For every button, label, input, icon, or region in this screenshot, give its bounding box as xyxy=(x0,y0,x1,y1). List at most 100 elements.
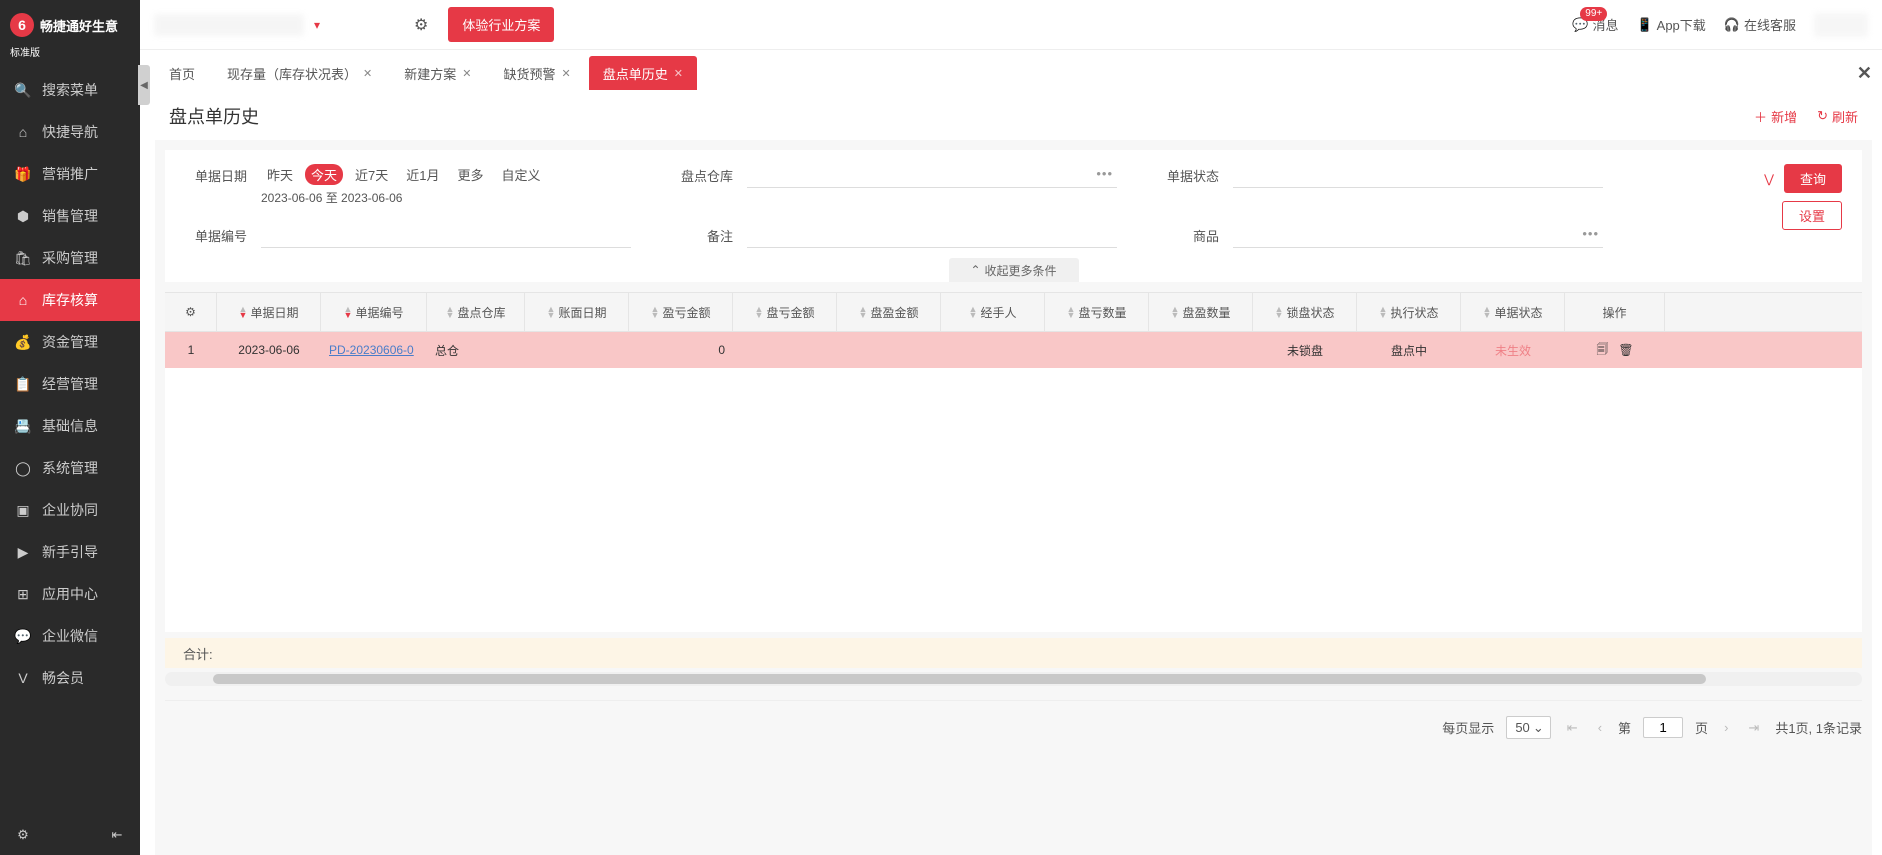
date-chip-2[interactable]: 近7天 xyxy=(349,164,394,185)
pager-last-icon[interactable]: ⇥ xyxy=(1744,720,1763,736)
th-handler-label: 经手人 xyxy=(980,304,1016,321)
company-selector[interactable]: ▾ xyxy=(154,14,404,36)
th-handler[interactable]: ▲▼经手人 xyxy=(941,293,1045,331)
sidebar: 6 畅捷通好生意 标准版 🔍搜索菜单⌂快捷导航🎁营销推广⬢销售管理🛍采购管理⌂库… xyxy=(0,0,140,855)
settings-icon[interactable]: ⚙ xyxy=(14,826,32,844)
company-settings-icon[interactable]: ⚙ xyxy=(414,15,428,35)
date-chip-0[interactable]: 昨天 xyxy=(261,164,299,185)
user-avatar-blurred[interactable] xyxy=(1814,13,1868,37)
pager-prev-icon[interactable]: ‹ xyxy=(1594,720,1606,735)
tab-close-icon[interactable]: ✕ xyxy=(562,67,571,80)
th-docno[interactable]: ▲▼单据编号 xyxy=(321,293,427,331)
filter-product-input[interactable] xyxy=(1233,224,1603,248)
date-chip-5[interactable]: 自定义 xyxy=(496,164,547,185)
sidebar-item-1[interactable]: ⌂快捷导航 xyxy=(0,111,140,153)
sidebar-item-3[interactable]: ⬢销售管理 xyxy=(0,195,140,237)
close-all-tabs-icon[interactable]: ✕ xyxy=(1857,63,1872,84)
th-bookdate[interactable]: ▲▼账面日期 xyxy=(525,293,629,331)
date-chip-4[interactable]: 更多 xyxy=(452,164,490,185)
sidebar-item-6[interactable]: 💰资金管理 xyxy=(0,321,140,363)
th-gainamount[interactable]: ▲▼盘盈金额 xyxy=(837,293,941,331)
th-lossamount[interactable]: ▲▼盘亏金额 xyxy=(733,293,837,331)
sidebar-item-label: 快捷导航 xyxy=(42,122,98,142)
sidebar-item-14[interactable]: V畅会员 xyxy=(0,657,140,699)
scrollbar-thumb[interactable] xyxy=(213,674,1706,684)
th-plamount[interactable]: ▲▼盈亏金额 xyxy=(629,293,733,331)
filter-remark-input[interactable] xyxy=(747,224,1117,248)
filter-settings-button[interactable]: 设置 xyxy=(1782,201,1842,230)
refresh-label: 刷新 xyxy=(1832,107,1858,126)
view-row-icon[interactable]: 🗐 xyxy=(1596,340,1608,361)
pager-first-icon[interactable]: ⇤ xyxy=(1563,720,1582,736)
support-link[interactable]: 🎧 在线客服 xyxy=(1724,15,1796,34)
tab-4[interactable]: 盘点单历史✕ xyxy=(589,56,697,90)
delete-row-icon[interactable]: 🗑 xyxy=(1618,343,1633,357)
sidebar-item-0[interactable]: 🔍搜索菜单 xyxy=(0,69,140,111)
messages-link[interactable]: 💬 消息 99+ xyxy=(1572,15,1618,34)
app-download-link[interactable]: 📱 App下载 xyxy=(1636,15,1705,34)
sidebar-icon-14: V xyxy=(14,669,32,687)
sidebar-item-10[interactable]: ▣企业协同 xyxy=(0,489,140,531)
sidebar-item-12[interactable]: ⊞应用中心 xyxy=(0,573,140,615)
sidebar-item-label: 系统管理 xyxy=(42,458,98,478)
sidebar-item-4[interactable]: 🛍采购管理 xyxy=(0,237,140,279)
column-settings-button[interactable]: ⚙ xyxy=(165,293,217,331)
tab-close-icon[interactable]: ✕ xyxy=(462,67,471,80)
sidebar-item-8[interactable]: 📇基础信息 xyxy=(0,405,140,447)
filter-docno-input[interactable] xyxy=(261,224,631,248)
sidebar-item-13[interactable]: 💬企业微信 xyxy=(0,615,140,657)
filter-status-input[interactable] xyxy=(1233,164,1603,188)
sidebar-icon-5: ⌂ xyxy=(14,291,32,309)
brand-logo: 6 畅捷通好生意 xyxy=(0,0,140,50)
tab-2[interactable]: 新建方案✕ xyxy=(390,56,485,90)
promo-button[interactable]: 体验行业方案 xyxy=(448,7,554,42)
sidebar-item-9[interactable]: ◯系统管理 xyxy=(0,447,140,489)
th-execstatus-label: 执行状态 xyxy=(1390,304,1438,321)
filter-date-label: 单据日期 xyxy=(185,164,247,185)
th-date[interactable]: ▲▼单据日期 xyxy=(217,293,321,331)
filter-expand-toggle-icon[interactable]: ⋁ xyxy=(1764,172,1774,186)
th-warehouse[interactable]: ▲▼盘点仓库 xyxy=(427,293,525,331)
pager-current-input[interactable] xyxy=(1643,717,1683,738)
total-row: 合计: xyxy=(165,638,1862,668)
collapse-sidebar-icon[interactable]: ⇤ xyxy=(108,826,126,844)
sidebar-item-2[interactable]: 🎁营销推广 xyxy=(0,153,140,195)
refresh-button[interactable]: ↻刷新 xyxy=(1817,107,1858,126)
pager-prefix: 第 xyxy=(1618,718,1631,737)
th-docstatus[interactable]: ▲▼单据状态 xyxy=(1461,293,1565,331)
tab-1[interactable]: 现存量（库存状况表）✕ xyxy=(213,56,386,90)
gear-icon: ⚙ xyxy=(185,305,196,319)
sidebar-item-label: 经营管理 xyxy=(42,374,98,394)
sidebar-collapse-toggle[interactable]: ◀ xyxy=(138,65,150,105)
sidebar-item-7[interactable]: 📋经营管理 xyxy=(0,363,140,405)
cell-docno[interactable]: PD-20230606-0 xyxy=(321,332,427,368)
sidebar-icon-4: 🛍 xyxy=(14,249,32,267)
tab-close-icon[interactable]: ✕ xyxy=(674,67,683,80)
brand-edition: 标准版 xyxy=(10,44,140,59)
filter-warehouse-picker-icon[interactable]: ••• xyxy=(1096,166,1113,181)
date-chip-1[interactable]: 今天 xyxy=(305,164,343,185)
filter-warehouse-input[interactable] xyxy=(747,164,1117,188)
search-button[interactable]: 查询 xyxy=(1784,164,1842,193)
th-lockstatus[interactable]: ▲▼锁盘状态 xyxy=(1253,293,1357,331)
sidebar-item-11[interactable]: ▶新手引导 xyxy=(0,531,140,573)
filter-product-picker-icon[interactable]: ••• xyxy=(1582,226,1599,241)
collapse-filters-button[interactable]: ⌃ 收起更多条件 xyxy=(949,258,1079,282)
add-button[interactable]: ＋新增 xyxy=(1754,107,1797,126)
tab-0[interactable]: 首页 xyxy=(155,56,209,90)
table-row[interactable]: 1 2023-06-06 PD-20230606-0 总仓 0 未锁盘 盘点中 … xyxy=(165,332,1862,368)
sidebar-item-5[interactable]: ⌂库存核算 xyxy=(0,279,140,321)
pager-next-icon[interactable]: › xyxy=(1720,720,1732,735)
th-lockstatus-label: 锁盘状态 xyxy=(1286,304,1334,321)
add-label: 新增 xyxy=(1771,107,1797,126)
row-index: 1 xyxy=(165,332,217,368)
th-gainqty[interactable]: ▲▼盘盈数量 xyxy=(1149,293,1253,331)
horizontal-scrollbar[interactable] xyxy=(165,672,1862,686)
th-execstatus[interactable]: ▲▼执行状态 xyxy=(1357,293,1461,331)
th-lossqty[interactable]: ▲▼盘亏数量 xyxy=(1045,293,1149,331)
page-size-select[interactable]: 50⌄ xyxy=(1506,716,1550,739)
tab-3[interactable]: 缺货预警✕ xyxy=(489,56,584,90)
tab-close-icon[interactable]: ✕ xyxy=(363,67,372,80)
date-chip-3[interactable]: 近1月 xyxy=(400,164,445,185)
docno-link[interactable]: PD-20230606-0 xyxy=(329,343,414,357)
